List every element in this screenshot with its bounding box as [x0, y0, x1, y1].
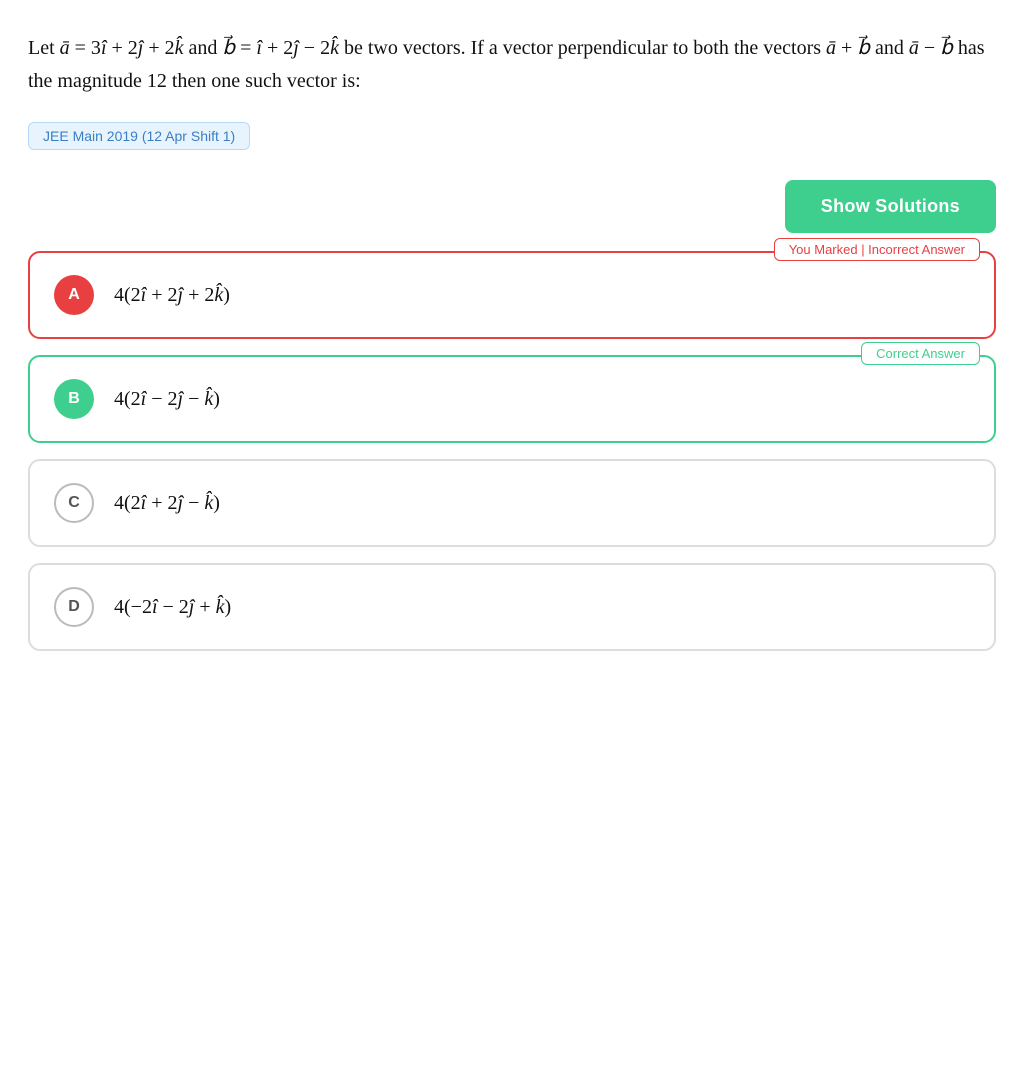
options-list: You Marked | Incorrect Answer A 4(2î + 2… — [28, 251, 996, 667]
option-d-box[interactable]: D 4(−2î − 2ĵ + k̂) — [28, 563, 996, 651]
option-d-outer: D 4(−2î − 2ĵ + k̂) — [28, 563, 996, 651]
option-b-outer: Correct Answer B 4(2î − 2ĵ − k̂) — [28, 355, 996, 443]
option-d-content: 4(−2î − 2ĵ + k̂) — [114, 596, 231, 619]
show-solutions-button[interactable]: Show Solutions — [785, 180, 996, 233]
option-b-content: 4(2î − 2ĵ − k̂) — [114, 388, 220, 411]
option-c-circle: C — [54, 483, 94, 523]
question-text: Let ā = 3î + 2ĵ + 2k̂ and b⃗ = î + 2ĵ − … — [28, 32, 996, 98]
incorrect-answer-tag: You Marked | Incorrect Answer — [774, 238, 980, 261]
correct-answer-tag: Correct Answer — [861, 342, 980, 365]
option-d-circle: D — [54, 587, 94, 627]
option-a-box[interactable]: A 4(2î + 2ĵ + 2k̂) — [28, 251, 996, 339]
option-a-content: 4(2î + 2ĵ + 2k̂) — [114, 284, 230, 307]
option-a-outer: You Marked | Incorrect Answer A 4(2î + 2… — [28, 251, 996, 339]
option-b-box[interactable]: B 4(2î − 2ĵ − k̂) — [28, 355, 996, 443]
option-c-outer: C 4(2î + 2ĵ − k̂) — [28, 459, 996, 547]
option-c-content: 4(2î + 2ĵ − k̂) — [114, 492, 220, 515]
option-b-circle: B — [54, 379, 94, 419]
tag-badge: JEE Main 2019 (12 Apr Shift 1) — [28, 122, 250, 150]
option-c-box[interactable]: C 4(2î + 2ĵ − k̂) — [28, 459, 996, 547]
option-a-circle: A — [54, 275, 94, 315]
